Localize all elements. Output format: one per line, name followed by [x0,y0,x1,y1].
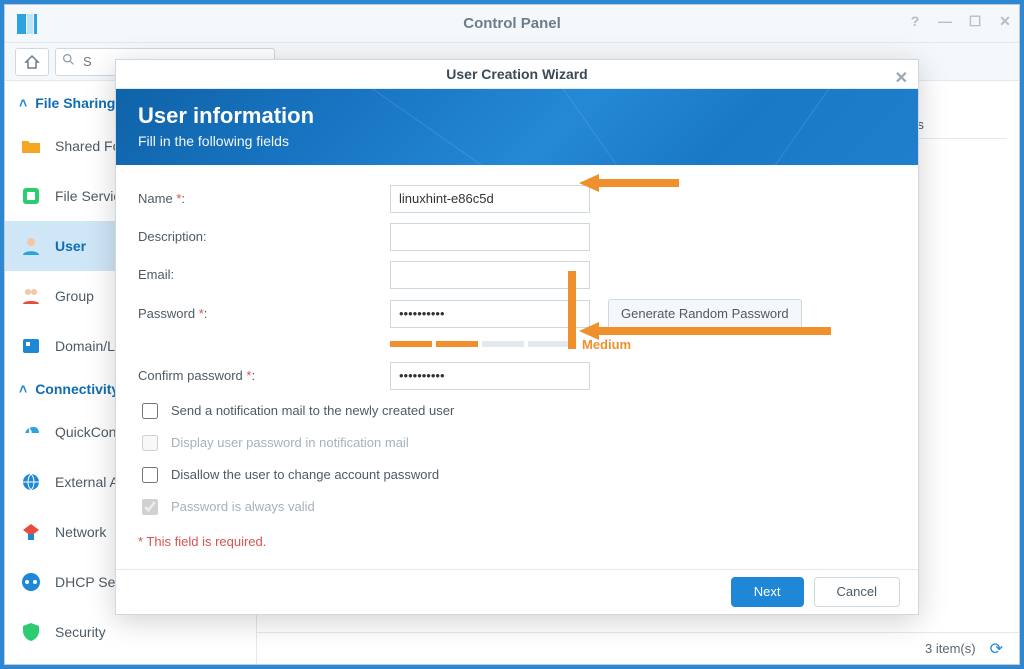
name-input[interactable] [390,185,590,213]
hero-subtitle: Fill in the following fields [138,133,896,149]
hero-title: User information [138,103,896,129]
description-input[interactable] [390,223,590,251]
network-icon [19,520,43,544]
sidebar-item-label: Security [55,624,106,640]
group-icon [19,284,43,308]
strength-segment [482,341,524,347]
sidebar-section-label: File Sharing [35,95,115,111]
help-button[interactable]: ? [907,13,923,29]
strength-segment [390,341,432,347]
notify-label: Send a notification mail to the newly cr… [171,403,454,418]
modal-title-text: User Creation Wizard [446,66,587,82]
close-modal-button[interactable]: ✕ [895,68,908,88]
window-controls: ? — ☐ ✕ [907,13,1013,29]
notify-checkbox-row: Send a notification mail to the newly cr… [138,400,896,422]
email-input[interactable] [390,261,590,289]
domain-icon [19,334,43,358]
sidebar-item-label: Network [55,524,106,540]
display-password-checkbox-row: Display user password in notification ma… [138,432,896,454]
app-icon [15,12,39,36]
description-label: Description: [138,229,390,244]
titlebar: Control Panel ? — ☐ ✕ [5,5,1019,43]
cancel-button[interactable]: Cancel [814,577,900,607]
chevron-up-icon: ˄ [19,381,27,397]
confirm-password-input[interactable] [390,362,590,390]
disallow-change-checkbox-row: Disallow the user to change account pass… [138,464,896,486]
password-label: Password *: [138,306,390,321]
reload-button[interactable]: ⟳ [990,639,1003,659]
item-count: 3 item(s) [925,641,976,656]
search-icon [62,53,75,71]
modal-footer: Next Cancel [116,569,918,614]
password-strength: Medium [390,337,896,352]
strength-segment [528,341,570,347]
required-note: * This field is required. [138,534,896,549]
close-window-button[interactable]: ✕ [997,13,1013,29]
always-valid-checkbox-row: Password is always valid [138,496,896,518]
status-bar: 3 item(s) ⟳ [257,632,1019,664]
modal-hero: User information Fill in the following f… [116,89,918,165]
control-panel-window: Control Panel ? — ☐ ✕ ˄ File Sharing [4,4,1020,665]
modal-titlebar: User Creation Wizard ✕ [116,60,918,89]
folder-icon [19,134,43,158]
strength-segment [436,341,478,347]
chevron-up-icon: ˄ [19,95,27,111]
quickconnect-icon [19,420,43,444]
dhcp-icon [19,570,43,594]
home-button[interactable] [15,48,49,76]
modal-body: Name *: Description: Email: Password *: … [116,165,918,569]
sidebar-item-label: Group [55,288,94,304]
always-valid-label: Password is always valid [171,499,315,514]
home-icon [24,54,40,70]
sidebar-section-label: Connectivity [35,381,119,397]
strength-label: Medium [582,337,631,352]
password-input[interactable] [390,300,590,328]
window-title: Control Panel [463,15,561,32]
sidebar-item-label: User [55,238,86,254]
email-label: Email: [138,267,390,282]
notify-checkbox[interactable] [142,403,158,419]
file-services-icon [19,184,43,208]
generate-password-button[interactable]: Generate Random Password [608,299,802,329]
user-creation-wizard: User Creation Wizard ✕ User information … [115,59,919,615]
disallow-change-checkbox[interactable] [142,467,158,483]
display-password-checkbox [142,435,158,451]
maximize-button[interactable]: ☐ [967,13,983,29]
always-valid-checkbox [142,499,158,515]
shield-icon [19,620,43,644]
display-password-label: Display user password in notification ma… [171,435,409,450]
next-button[interactable]: Next [731,577,804,607]
minimize-button[interactable]: — [937,13,953,29]
confirm-label: Confirm password *: [138,368,390,383]
user-icon [19,234,43,258]
disallow-change-label: Disallow the user to change account pass… [171,467,439,482]
globe-icon [19,470,43,494]
name-label: Name *: [138,191,390,206]
